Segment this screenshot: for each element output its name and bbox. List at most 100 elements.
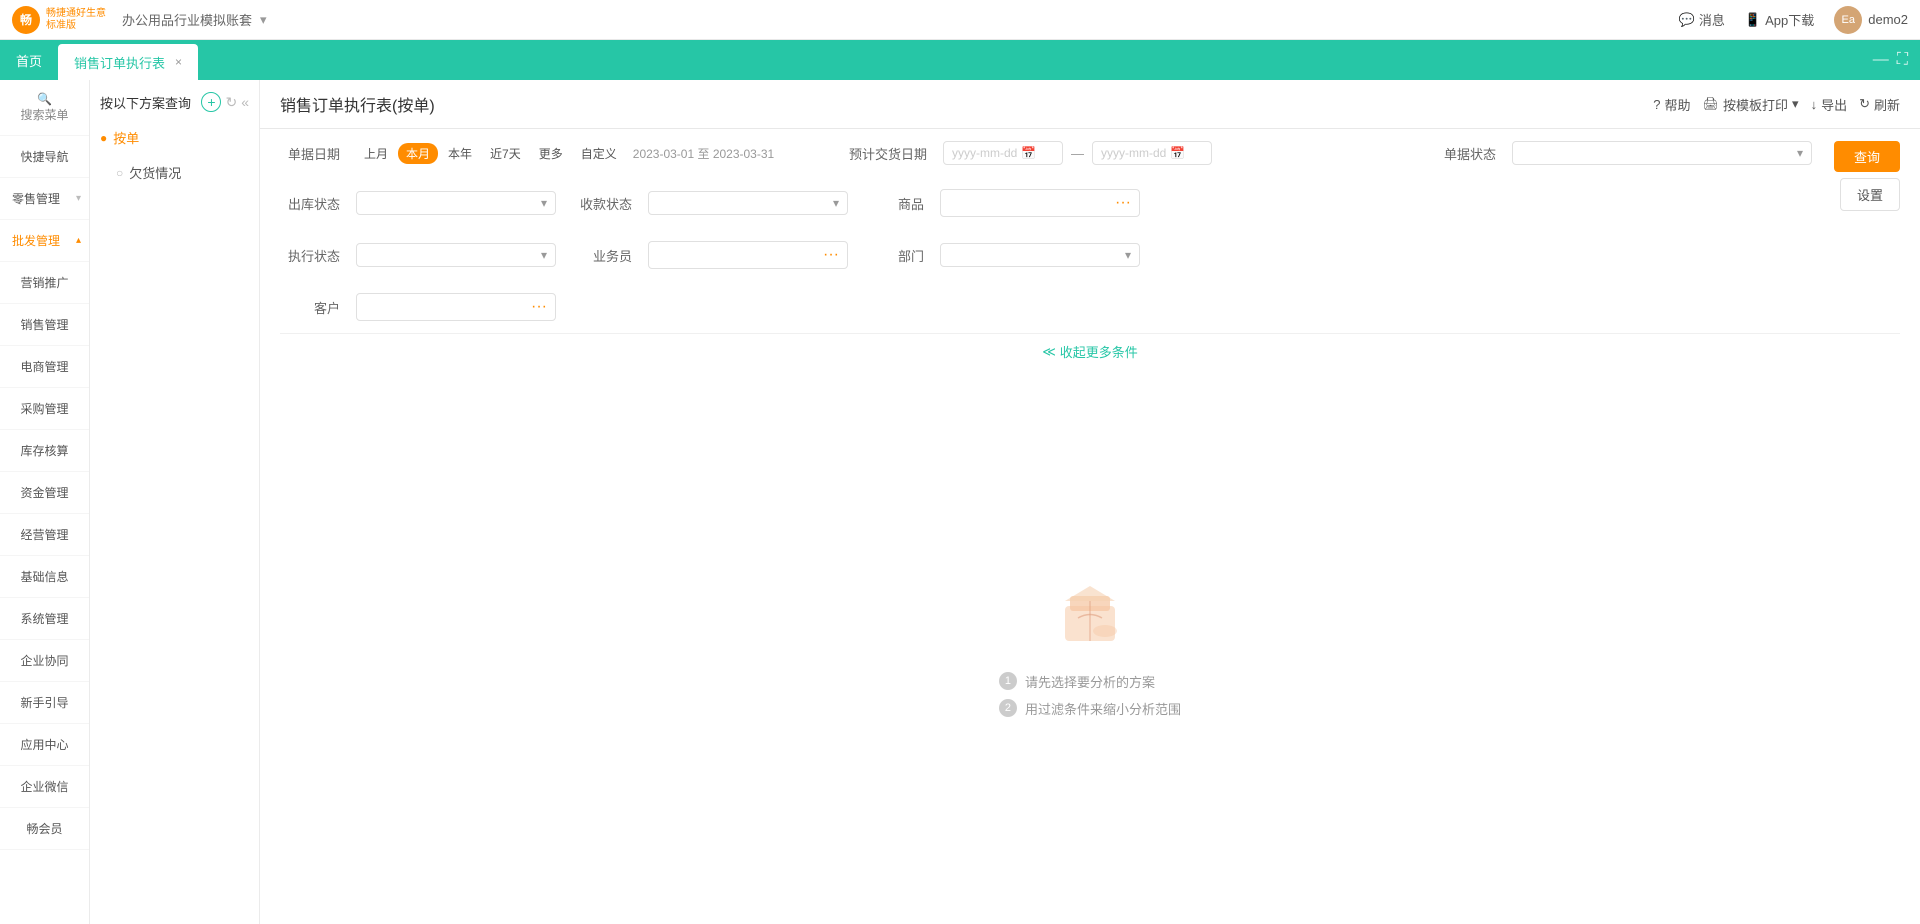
exec-status-label: 执行状态 bbox=[280, 246, 340, 265]
delivery-dropdown-icon: ▾ bbox=[541, 196, 547, 210]
path-dropdown-icon[interactable]: ▾ bbox=[260, 12, 267, 28]
salesperson-select[interactable]: ··· bbox=[648, 241, 848, 269]
tip-1-text: 请先选择要分析的方案 bbox=[1025, 672, 1155, 691]
page-header: 销售订单执行表(按单) ? 帮助 🖨 按模板打印 ▾ ↓ 导出 bbox=[260, 80, 1920, 129]
logo-initials: 畅 bbox=[20, 11, 32, 28]
date-tab-custom[interactable]: 自定义 bbox=[573, 143, 625, 164]
sidebar-item-finance[interactable]: 资金管理 bbox=[0, 472, 89, 514]
logo-text: 畅捷通好生意 标准版 bbox=[46, 8, 106, 32]
sidebar-label-basic: 基础信息 bbox=[20, 570, 68, 584]
collapse-chevron-icon: ≪ bbox=[1042, 344, 1056, 360]
date-tab-this-year[interactable]: 本年 bbox=[440, 143, 480, 164]
sidebar-search-label: 搜索菜单 bbox=[6, 106, 83, 123]
sidebar-label-ecommerce: 电商管理 bbox=[20, 360, 68, 374]
print-icon: 🖨 bbox=[1703, 96, 1720, 112]
receipt-status-select[interactable]: ▾ bbox=[648, 191, 848, 215]
topbar-right: 💬 消息 📱 App下载 Ea demo2 bbox=[1679, 6, 1908, 34]
message-label: 消息 bbox=[1699, 10, 1725, 29]
salesperson-dots-icon[interactable]: ··· bbox=[823, 246, 839, 264]
tab-maximize-icon[interactable]: ⛶ bbox=[1897, 51, 1908, 69]
username-label: demo2 bbox=[1868, 12, 1908, 27]
empty-state-icon bbox=[1050, 576, 1130, 656]
sidebar-item-basic[interactable]: 基础信息 bbox=[0, 556, 89, 598]
delivery-status-label: 出库状态 bbox=[280, 194, 340, 213]
refresh-label: 刷新 bbox=[1874, 95, 1900, 114]
sidebar-label-member: 畅会员 bbox=[26, 822, 62, 836]
sidebar-label-system: 系统管理 bbox=[20, 612, 68, 626]
sidebar-nav: 🔍 搜索菜单 快捷导航 零售管理 ▾ 批发管理 ▴ 营销推广 销售管理 电商管理 bbox=[0, 80, 90, 924]
left-panel-add-button[interactable]: + bbox=[201, 92, 221, 112]
sidebar-item-ecommerce[interactable]: 电商管理 bbox=[0, 346, 89, 388]
sidebar-item-system[interactable]: 系统管理 bbox=[0, 598, 89, 640]
calendar-icon-start: 📅 bbox=[1021, 146, 1036, 160]
user-menu[interactable]: Ea demo2 bbox=[1834, 6, 1908, 34]
tab-sales-order[interactable]: 销售订单执行表 × bbox=[58, 44, 198, 80]
exec-status-select[interactable]: ▾ bbox=[356, 243, 556, 267]
sidebar-item-retail[interactable]: 零售管理 ▾ bbox=[0, 178, 89, 220]
sidebar-search[interactable]: 🔍 搜索菜单 bbox=[0, 80, 89, 136]
date-end-placeholder: yyyy-mm-dd bbox=[1101, 146, 1166, 160]
left-panel: 按以下方案查询 + ↻ « ● 按单 ○ 欠货情况 bbox=[90, 80, 260, 924]
left-panel-item-order[interactable]: ● 按单 bbox=[90, 120, 259, 155]
product-select[interactable]: ··· bbox=[940, 189, 1140, 217]
search-actions: 查询 设置 bbox=[1824, 141, 1900, 211]
export-button[interactable]: ↓ 导出 bbox=[1811, 95, 1848, 114]
department-label: 部门 bbox=[864, 246, 924, 265]
product-dots-icon[interactable]: ··· bbox=[1115, 194, 1131, 212]
customer-select[interactable]: ··· bbox=[356, 293, 556, 321]
sidebar-item-wholesale[interactable]: 批发管理 ▴ bbox=[0, 220, 89, 262]
left-panel-refresh-button[interactable]: ↻ bbox=[225, 94, 237, 111]
refresh-button[interactable]: ↻ 刷新 bbox=[1859, 95, 1900, 114]
help-icon: ? bbox=[1653, 97, 1660, 112]
tab-home[interactable]: 首页 bbox=[0, 40, 58, 80]
expected-date-label: 预计交货日期 bbox=[849, 144, 927, 163]
date-filter-group: 上月 本月 本年 近7天 更多 自定义 2023-03-01 至 2023-03… bbox=[356, 143, 833, 164]
sidebar-item-apps[interactable]: 应用中心 bbox=[0, 724, 89, 766]
date-tab-last7[interactable]: 近7天 bbox=[482, 143, 529, 164]
sidebar-item-sales[interactable]: 销售管理 bbox=[0, 304, 89, 346]
filter-section: 单据日期 上月 本月 本年 近7天 更多 自定义 20 bbox=[260, 129, 1920, 369]
help-button[interactable]: ? 帮助 bbox=[1653, 95, 1690, 114]
left-panel-collapse-button[interactable]: « bbox=[241, 94, 249, 110]
date-tab-more[interactable]: 更多 bbox=[531, 143, 571, 164]
customer-dots-icon[interactable]: ··· bbox=[531, 298, 547, 316]
message-button[interactable]: 💬 消息 bbox=[1679, 10, 1725, 29]
doc-status-label: 单据状态 bbox=[1436, 144, 1496, 163]
collapse-more-button[interactable]: ≪ 收起更多条件 bbox=[280, 334, 1900, 369]
sidebar-item-marketing[interactable]: 营销推广 bbox=[0, 262, 89, 304]
filter-row-4: 客户 ··· bbox=[280, 293, 1812, 321]
expected-date-end[interactable]: yyyy-mm-dd 📅 bbox=[1092, 141, 1212, 165]
date-tab-this-month[interactable]: 本月 bbox=[398, 143, 438, 164]
department-select[interactable]: ▾ bbox=[940, 243, 1140, 267]
tip-2-text: 用过滤条件来缩小分析范围 bbox=[1025, 699, 1181, 718]
sidebar-quick-nav[interactable]: 快捷导航 bbox=[0, 136, 89, 178]
salesperson-label: 业务员 bbox=[572, 246, 632, 265]
settings-button[interactable]: 设置 bbox=[1840, 178, 1900, 211]
delivery-status-select[interactable]: ▾ bbox=[356, 191, 556, 215]
tip-num-2: 2 bbox=[999, 699, 1017, 717]
content-area: 销售订单执行表(按单) ? 帮助 🖨 按模板打印 ▾ ↓ 导出 bbox=[260, 80, 1920, 924]
sidebar-item-wechat[interactable]: 企业微信 bbox=[0, 766, 89, 808]
doc-status-select[interactable]: ▾ bbox=[1512, 141, 1812, 165]
app-download-button[interactable]: 📱 App下载 bbox=[1745, 10, 1814, 29]
empty-tips: 1 请先选择要分析的方案 2 用过滤条件来缩小分析范围 bbox=[999, 672, 1181, 718]
date-tab-last-month[interactable]: 上月 bbox=[356, 143, 396, 164]
expected-date-start[interactable]: yyyy-mm-dd 📅 bbox=[943, 141, 1063, 165]
sidebar-item-purchase[interactable]: 采购管理 bbox=[0, 388, 89, 430]
tab-minimize-icon[interactable]: — bbox=[1873, 51, 1889, 69]
sidebar-label-operations: 经营管理 bbox=[20, 528, 68, 542]
sidebar-item-member[interactable]: 畅会员 bbox=[0, 808, 89, 850]
sidebar-item-guide[interactable]: 新手引导 bbox=[0, 682, 89, 724]
left-panel-item-debt[interactable]: ○ 欠货情况 bbox=[90, 155, 259, 190]
sidebar-item-operations[interactable]: 经营管理 bbox=[0, 514, 89, 556]
tab-close-icon[interactable]: × bbox=[175, 55, 182, 69]
search-button[interactable]: 查询 bbox=[1834, 141, 1900, 172]
refresh-icon: ↻ bbox=[1859, 96, 1870, 112]
sidebar-item-enterprise[interactable]: 企业协同 bbox=[0, 640, 89, 682]
print-button[interactable]: 🖨 按模板打印 ▾ bbox=[1703, 95, 1799, 114]
sidebar-label-apps: 应用中心 bbox=[20, 738, 68, 752]
logo-icon: 畅 bbox=[12, 6, 40, 34]
date-separator: — bbox=[1071, 146, 1084, 161]
sidebar-item-inventory[interactable]: 库存核算 bbox=[0, 430, 89, 472]
download-icon: 📱 bbox=[1745, 12, 1761, 28]
